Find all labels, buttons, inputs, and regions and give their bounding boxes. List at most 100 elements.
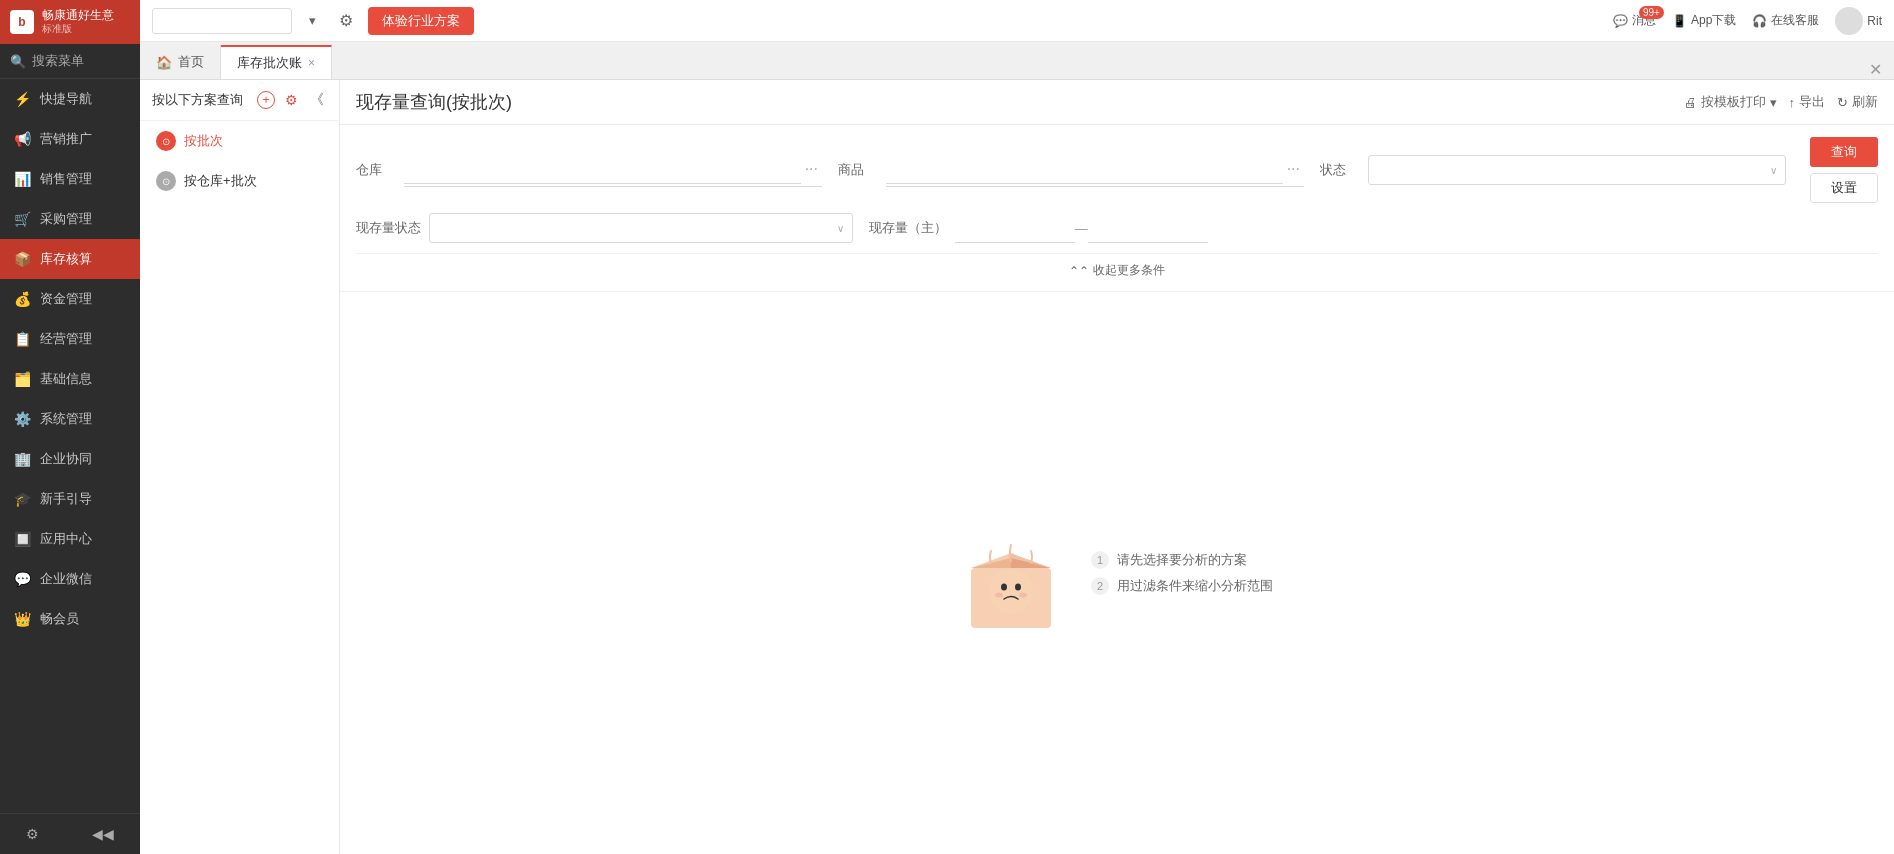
refresh-btn[interactable]: ↻ 刷新	[1837, 93, 1878, 111]
company-name: 畅康通好生意	[42, 8, 114, 22]
collapse-sidebar-btn[interactable]: ◀◀	[84, 822, 122, 846]
svg-point-5	[989, 569, 1033, 613]
goods-input[interactable]	[886, 154, 1283, 184]
quantity-dash: —	[1075, 221, 1088, 236]
sidebar-item-inventory[interactable]: 📦 库存核算	[0, 239, 140, 279]
sidebar-item-label: 经营管理	[40, 330, 92, 348]
status-select[interactable]: ∨	[1368, 155, 1786, 185]
topbar-dropdown-icon[interactable]: ▾	[300, 9, 324, 33]
plan-item-by-batch[interactable]: ⊙ 按批次	[140, 121, 339, 161]
experience-btn[interactable]: 体验行业方案	[368, 7, 474, 35]
sidebar-item-label: 库存核算	[40, 250, 92, 268]
sales-icon: 📊	[12, 169, 32, 189]
inventory-status-select[interactable]: ∨	[429, 213, 853, 243]
sidebar: b 畅康通好生意 标准版 🔍 搜索菜单 ⚡ 快捷导航 📢 营销推广 📊 销售管理…	[0, 0, 140, 854]
sidebar-scroll: ⚡ 快捷导航 📢 营销推广 📊 销售管理 🛒 采购管理 📦 库存核算 💰 资金管…	[0, 79, 140, 813]
tip-number-2: 2	[1091, 577, 1109, 595]
tip-text-2: 用过滤条件来缩小分析范围	[1117, 577, 1273, 595]
sidebar-item-member[interactable]: 👑 畅会员	[0, 599, 140, 639]
status-label: 状态	[1320, 161, 1360, 179]
warehouse-input[interactable]	[404, 154, 801, 184]
query-button[interactable]: 查询	[1810, 137, 1878, 167]
collapse-filter-btn[interactable]: ⌃⌃ 收起更多条件	[1069, 262, 1165, 279]
empty-state: 1 请先选择要分析的方案 2 用过滤条件来缩小分析范围	[340, 292, 1894, 854]
plan-settings-icon[interactable]: ⚙	[281, 90, 301, 110]
sidebar-item-purchase[interactable]: 🛒 采购管理	[0, 199, 140, 239]
add-plan-btn[interactable]: +	[257, 91, 275, 109]
edition-label: 标准版	[42, 22, 114, 36]
plan-label: 按仓库+批次	[184, 172, 257, 190]
print-btn[interactable]: 🖨 按模板打印 ▾	[1684, 93, 1777, 111]
sidebar-item-finance[interactable]: 💰 资金管理	[0, 279, 140, 319]
tab-home-label: 首页	[178, 53, 204, 71]
message-icon: 💬	[1613, 14, 1628, 28]
export-btn[interactable]: ↑ 导出	[1789, 93, 1826, 111]
status-select-arrow: ∨	[1770, 165, 1777, 176]
sidebar-item-enterprise[interactable]: 🏢 企业协同	[0, 439, 140, 479]
message-badge: 99+	[1639, 6, 1664, 19]
tab-close-btn[interactable]: ×	[308, 56, 315, 70]
collapse-panel-icon[interactable]: 《	[307, 90, 327, 110]
warehouse-dots[interactable]: ···	[801, 160, 822, 178]
print-dropdown-icon: ▾	[1770, 95, 1777, 110]
sidebar-item-wechat[interactable]: 💬 企业微信	[0, 559, 140, 599]
filter-row-1: 仓库 ··· 商品 ···	[356, 137, 1878, 203]
username-label: Rit	[1867, 14, 1882, 28]
main-area: ▾ ⚙ 体验行业方案 💬 消息 99+ 📱 App下载 🎧 在线客服 Rit	[140, 0, 1894, 854]
app-download-btn[interactable]: 📱 App下载	[1672, 12, 1736, 29]
headset-icon: 🎧	[1752, 14, 1767, 28]
sidebar-item-marketing[interactable]: 📢 营销推广	[0, 119, 140, 159]
goods-dots[interactable]: ···	[1283, 160, 1304, 178]
filter-area: 仓库 ··· 商品 ···	[340, 125, 1894, 292]
sidebar-item-label: 营销推广	[40, 130, 92, 148]
page-content: 按以下方案查询 + ⚙ 《 ⊙ 按批次 ⊙ 按仓库+批次 现存量查询(按批次)	[140, 80, 1894, 854]
sidebar-item-newbie[interactable]: 🎓 新手引导	[0, 479, 140, 519]
page-title-bar: 现存量查询(按批次) 🖨 按模板打印 ▾ ↑ 导出 ↻ 刷新	[340, 80, 1894, 125]
sidebar-item-apps[interactable]: 🔲 应用中心	[0, 519, 140, 559]
marketing-icon: 📢	[12, 129, 32, 149]
topbar-search-input[interactable]	[152, 8, 292, 34]
sidebar-item-operations[interactable]: 📋 经营管理	[0, 319, 140, 359]
left-panel-header: 按以下方案查询 + ⚙ 《	[140, 80, 339, 121]
tab-inventory-batch[interactable]: 库存批次账 ×	[221, 45, 332, 79]
user-area[interactable]: Rit	[1835, 7, 1882, 35]
left-panel: 按以下方案查询 + ⚙ 《 ⊙ 按批次 ⊙ 按仓库+批次	[140, 80, 340, 854]
right-content: 现存量查询(按批次) 🖨 按模板打印 ▾ ↑ 导出 ↻ 刷新	[340, 80, 1894, 854]
sidebar-item-system[interactable]: ⚙️ 系统管理	[0, 399, 140, 439]
plan-item-by-warehouse-batch[interactable]: ⊙ 按仓库+批次	[140, 161, 339, 201]
warehouse-field: 仓库 ···	[356, 154, 822, 187]
app-download-label: App下载	[1691, 12, 1736, 29]
newbie-icon: 🎓	[12, 489, 32, 509]
settings-button[interactable]: 设置	[1810, 173, 1878, 203]
warehouse-input-wrapper: ···	[404, 154, 822, 187]
sidebar-item-sales[interactable]: 📊 销售管理	[0, 159, 140, 199]
page-title: 现存量查询(按批次)	[356, 90, 512, 114]
empty-illustration	[961, 523, 1061, 623]
topbar-settings-icon[interactable]: ⚙	[332, 7, 360, 35]
sidebar-item-basic[interactable]: 🗂️ 基础信息	[0, 359, 140, 399]
quantity-min-input[interactable]	[955, 213, 1075, 243]
export-icon: ↑	[1789, 95, 1796, 110]
message-btn[interactable]: 💬 消息 99+	[1613, 12, 1656, 29]
topbar: ▾ ⚙ 体验行业方案 💬 消息 99+ 📱 App下载 🎧 在线客服 Rit	[140, 0, 1894, 42]
tab-home[interactable]: 🏠 首页	[140, 45, 221, 79]
empty-inner: 1 请先选择要分析的方案 2 用过滤条件来缩小分析范围	[961, 523, 1273, 623]
wechat-icon: 💬	[12, 569, 32, 589]
sidebar-item-quick-nav[interactable]: ⚡ 快捷导航	[0, 79, 140, 119]
member-icon: 👑	[12, 609, 32, 629]
sidebar-bottom: ⚙ ◀◀	[0, 813, 140, 854]
enterprise-icon: 🏢	[12, 449, 32, 469]
tip-number-1: 1	[1091, 551, 1109, 569]
online-service-btn[interactable]: 🎧 在线客服	[1752, 12, 1819, 29]
quantity-max-input[interactable]	[1088, 213, 1208, 243]
tab-close-panel-btn[interactable]: ✕	[1857, 60, 1894, 79]
sidebar-search[interactable]: 🔍 搜索菜单	[0, 44, 140, 79]
system-icon: ⚙️	[12, 409, 32, 429]
tab-active-label: 库存批次账	[237, 54, 302, 72]
refresh-icon: ↻	[1837, 95, 1848, 110]
quick-nav-icon: ⚡	[12, 89, 32, 109]
settings-bottom-btn[interactable]: ⚙	[18, 822, 47, 846]
sidebar-item-label: 资金管理	[40, 290, 92, 308]
export-label: 导出	[1799, 93, 1825, 111]
left-panel-title: 按以下方案查询	[152, 91, 243, 109]
